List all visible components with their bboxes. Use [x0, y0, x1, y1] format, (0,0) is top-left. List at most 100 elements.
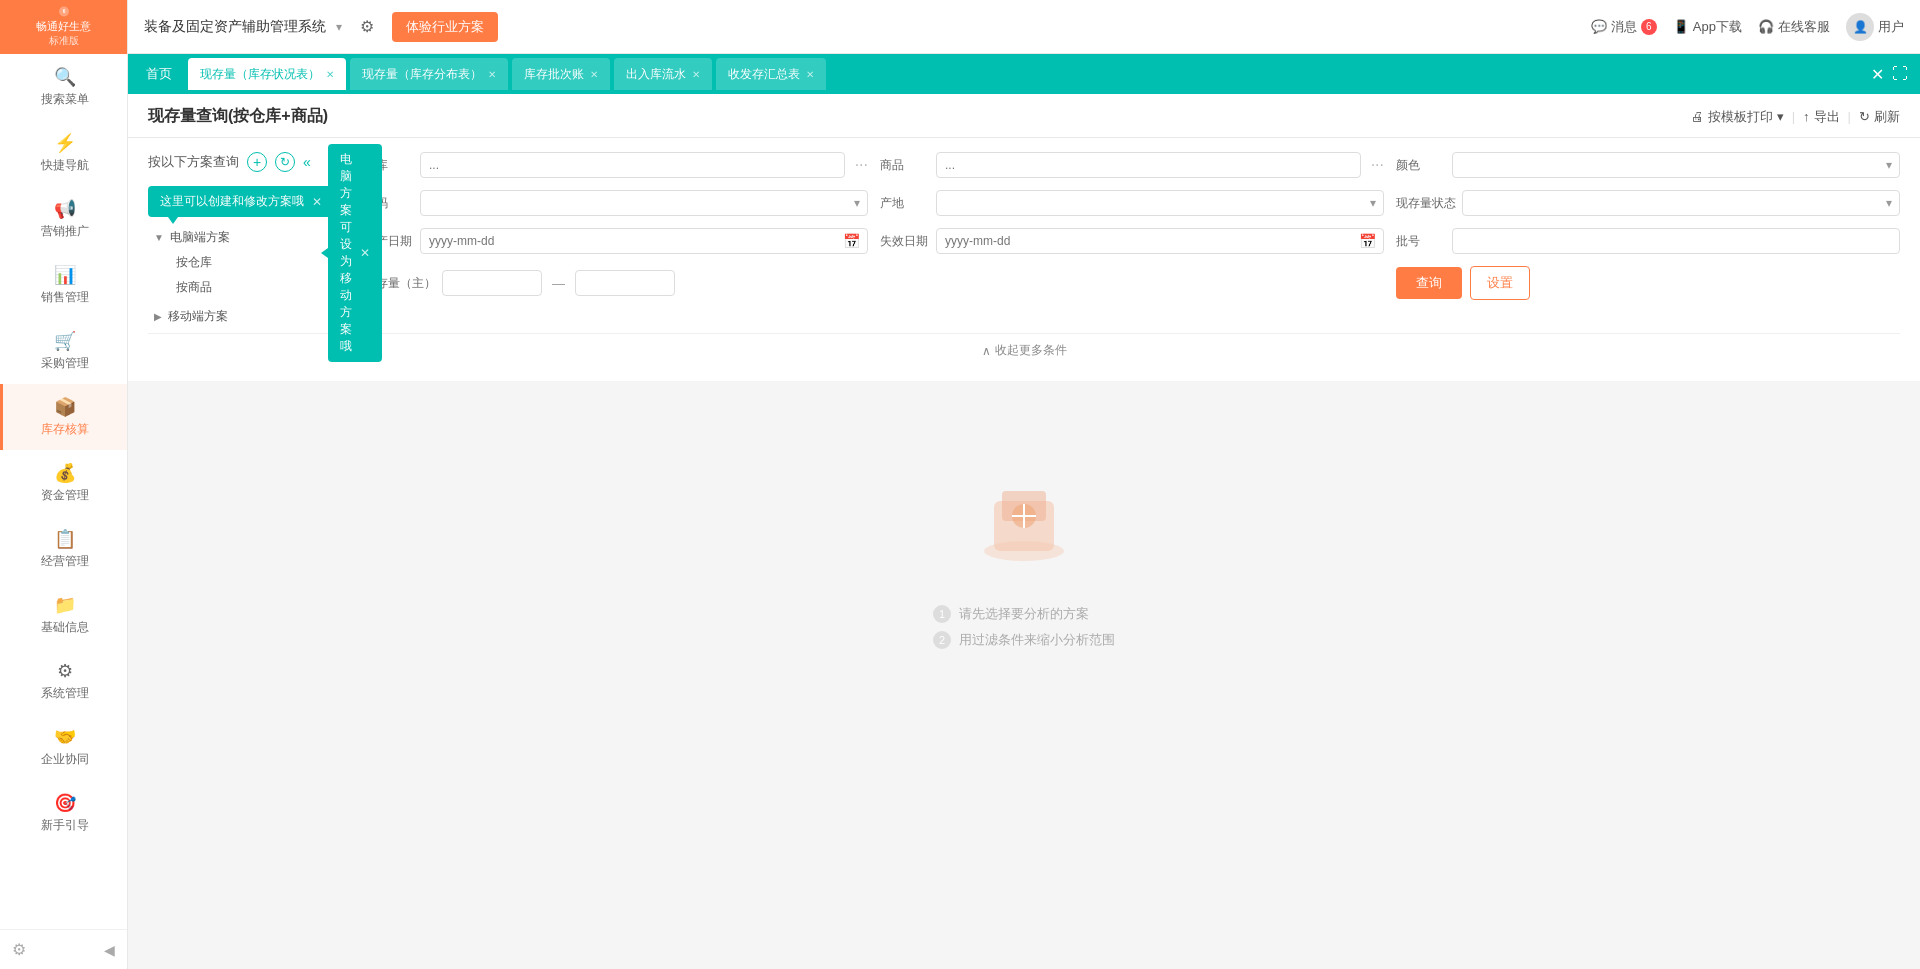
sidebar-item-inventory[interactable]: 📦 库存核算	[0, 384, 127, 450]
sidebar-item-guide-label: 新手引导	[41, 817, 89, 834]
size-select[interactable]	[420, 190, 868, 216]
sidebar-item-sales-label: 销售管理	[41, 289, 89, 306]
sidebar-item-enterprise[interactable]: 🤝 企业协同	[0, 714, 127, 780]
online-support-action[interactable]: 🎧 在线客服	[1758, 18, 1830, 36]
goods-input[interactable]	[936, 152, 1361, 178]
tab-flow[interactable]: 出入库流水 ✕	[614, 58, 712, 90]
scheme-group-mobile: ▶ 移动端方案	[148, 304, 348, 329]
sidebar-item-sales[interactable]: 📊 销售管理	[0, 252, 127, 318]
settings-bottom-icon[interactable]: ⚙	[12, 940, 26, 959]
search-button[interactable]: 查询	[1396, 267, 1462, 299]
print-dropdown-icon[interactable]: ▾	[1777, 109, 1784, 124]
main-area: 装备及固定资产辅助管理系统 ▾ ⚙ 体验行业方案 💬 消息 6 📱 App下载 …	[128, 0, 1920, 969]
settings-icon[interactable]: ⚙	[352, 12, 382, 42]
tab-close-summary[interactable]: ✕	[806, 69, 814, 80]
add-scheme-button[interactable]: +	[247, 152, 267, 172]
step-num-1: 1	[933, 605, 951, 623]
sidebar-item-basic[interactable]: 📁 基础信息	[0, 582, 127, 648]
refresh-scheme-button[interactable]: ↻	[275, 152, 295, 172]
filter-row-3: 生产日期 📅 失效日期 📅	[364, 228, 1900, 254]
tooltip-box-1: 电脑方案可设为移动方案哦 ✕	[328, 144, 382, 362]
stock-status-select[interactable]	[1462, 190, 1900, 216]
system-icon: ⚙	[57, 660, 73, 682]
stock-status-label: 现存量状态	[1396, 195, 1456, 212]
scheme-tree: ▼ 电脑端方案 按仓库 按商品	[148, 225, 348, 329]
stock-main-from-input[interactable]	[442, 270, 542, 296]
tab-close-flow[interactable]: ✕	[692, 69, 700, 80]
online-support-label: 在线客服	[1778, 18, 1830, 36]
sidebar-menu: 🔍 搜索菜单 ⚡ 快捷导航 📢 营销推广 📊 销售管理 🛒 采购管理 📦 库存核…	[0, 54, 127, 929]
scheme-item-goods[interactable]: 按商品	[148, 275, 348, 300]
svg-text:6: 6	[62, 9, 65, 14]
tab-batch[interactable]: 库存批次账 ✕	[512, 58, 610, 90]
tab-close-batch[interactable]: ✕	[590, 69, 598, 80]
avatar: 👤	[1846, 13, 1874, 41]
sidebar-item-system[interactable]: ⚙ 系统管理	[0, 648, 127, 714]
origin-select-wrap	[936, 190, 1384, 216]
tooltip-scheme-hint: 电脑方案可设为移动方案哦 ✕	[328, 144, 382, 362]
produce-date-from-input[interactable]	[420, 228, 868, 254]
stock-main-to-input[interactable]	[575, 270, 675, 296]
sidebar-item-inventory-label: 库存核算	[41, 421, 89, 438]
try-button[interactable]: 体验行业方案	[392, 12, 498, 42]
tab-inventory-status[interactable]: 现存量（库存状况表） ✕	[188, 58, 346, 90]
tab-close-inventory-dist[interactable]: ✕	[488, 69, 496, 80]
sidebar-item-search[interactable]: 🔍 搜索菜单	[0, 54, 127, 120]
filter-field-goods: 商品 ···	[880, 152, 1384, 178]
tab-minimize-icon[interactable]: ✕	[1871, 65, 1884, 84]
system-dropdown-icon[interactable]: ▾	[336, 20, 342, 34]
tab-inventory-dist[interactable]: 现存量（库存分布表） ✕	[350, 58, 508, 90]
expire-date-input[interactable]	[936, 228, 1384, 254]
scheme-item-warehouse[interactable]: 按仓库	[148, 250, 348, 275]
export-action[interactable]: ↑ 导出	[1803, 108, 1840, 126]
user-action[interactable]: 👤 用户	[1846, 13, 1904, 41]
message-action[interactable]: 💬 消息 6	[1591, 18, 1657, 36]
sidebar-item-finance[interactable]: 💰 资金管理	[0, 450, 127, 516]
sidebar-item-enterprise-label: 企业协同	[41, 751, 89, 768]
refresh-action[interactable]: ↻ 刷新	[1859, 108, 1900, 126]
action-buttons: 查询 设置	[1396, 266, 1900, 300]
filter-field-stock-main: 现存量（主） —	[364, 270, 868, 296]
print-action[interactable]: 🖨 按模板打印 ▾	[1691, 108, 1784, 126]
content-area: 现存量查询(按仓库+商品) 🖨 按模板打印 ▾ | ↑ 导出 | ↻	[128, 94, 1920, 969]
arrow-left-button[interactable]: «	[303, 154, 311, 170]
page-title: 现存量查询(按仓库+商品)	[148, 106, 328, 127]
setting-button[interactable]: 设置	[1470, 266, 1530, 300]
warehouse-dots[interactable]: ···	[855, 156, 868, 174]
goods-dots[interactable]: ···	[1371, 156, 1384, 174]
tab-home-label: 首页	[146, 65, 172, 83]
collapse-sidebar-icon[interactable]: ◀	[104, 942, 115, 958]
scheme-group-pc-header[interactable]: ▼ 电脑端方案	[148, 225, 348, 250]
scheme-group-mobile-label: 移动端方案	[168, 308, 228, 325]
scheme-item-goods-label: 按商品	[176, 280, 212, 294]
basic-icon: 📁	[54, 594, 76, 616]
tab-bar: 首页 现存量（库存状况表） ✕ 现存量（库存分布表） ✕ 库存批次账 ✕ 出入库…	[128, 54, 1920, 94]
tooltip-1-close[interactable]: ✕	[360, 246, 370, 260]
tab-home[interactable]: 首页	[132, 54, 186, 94]
warehouse-input[interactable]	[420, 152, 845, 178]
collapse-button[interactable]: ∧ 收起更多条件	[148, 334, 1900, 367]
tab-flow-label: 出入库流水	[626, 66, 686, 83]
query-label: 按以下方案查询	[148, 153, 239, 171]
tab-maximize-icon[interactable]: ⛶	[1892, 65, 1908, 83]
empty-illustration	[964, 461, 1084, 581]
sidebar-item-management[interactable]: 📋 经营管理	[0, 516, 127, 582]
message-icon: 💬	[1591, 19, 1607, 34]
sidebar-item-purchase[interactable]: 🛒 采购管理	[0, 318, 127, 384]
color-select[interactable]	[1452, 152, 1900, 178]
origin-select[interactable]	[936, 190, 1384, 216]
sidebar-item-marketing[interactable]: 📢 营销推广	[0, 186, 127, 252]
filter-row-4: 现存量（主） — 查询 设置	[364, 266, 1900, 300]
sidebar-item-guide[interactable]: 🎯 新手引导	[0, 780, 127, 846]
range-dash: —	[548, 276, 569, 291]
filter-row-1: 仓库 ··· 商品 ··· 颜色	[364, 152, 1900, 178]
tab-close-inventory-status[interactable]: ✕	[326, 69, 334, 80]
scheme-group-mobile-header[interactable]: ▶ 移动端方案	[148, 304, 348, 329]
user-label: 用户	[1878, 18, 1904, 36]
batch-input[interactable]	[1452, 228, 1900, 254]
tooltip-2-close[interactable]: ✕	[312, 195, 322, 209]
sidebar-item-nav[interactable]: ⚡ 快捷导航	[0, 120, 127, 186]
tab-summary[interactable]: 收发存汇总表 ✕	[716, 58, 826, 90]
filter-row-2: 尺码 产地 现存量状态	[364, 190, 1900, 216]
app-download-action[interactable]: 📱 App下载	[1673, 18, 1742, 36]
